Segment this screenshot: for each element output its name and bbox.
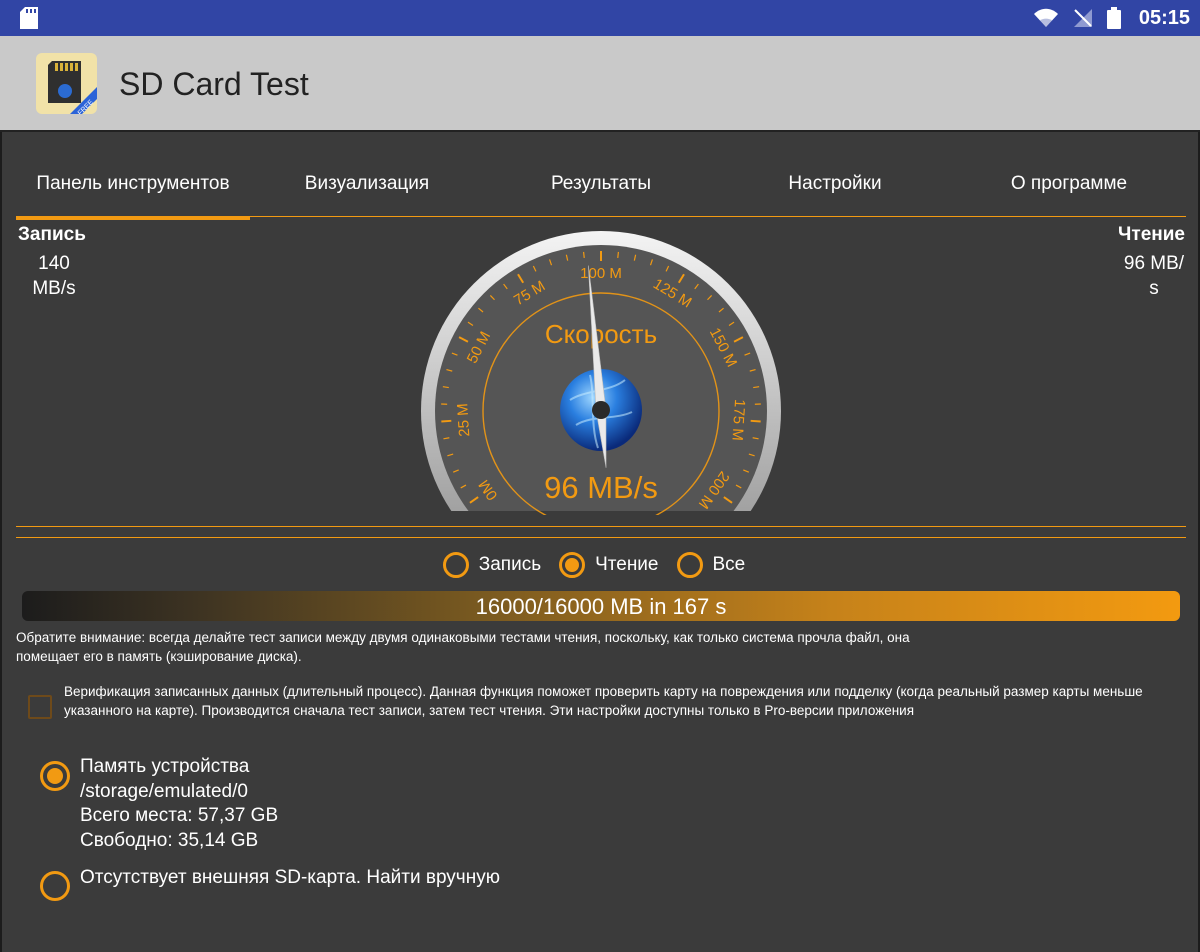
mode-write-radio[interactable] <box>442 552 469 578</box>
speed-gauge: 0M25 M50 M75 M100 M125 M150 M175 M200 M … <box>420 231 782 515</box>
write-value-number: 140 <box>38 253 70 274</box>
main-panel: Панель инструментов Визуализация Результ… <box>0 132 1200 952</box>
write-value-unit: MB/s <box>32 278 76 299</box>
device-storage-path: /storage/emulated/0 <box>80 780 248 802</box>
gauge-divider-top <box>16 526 1186 527</box>
gauge-divider-bottom <box>16 537 1186 538</box>
caching-note: Обратите внимание: всегда делайте тест з… <box>16 630 910 664</box>
read-label: Чтение <box>1118 224 1185 245</box>
mode-read-label[interactable]: Чтение <box>595 554 658 576</box>
gauge-tick-label: 100 M <box>580 265 622 282</box>
write-value: 140 MB/s <box>24 251 84 301</box>
gauge-hub <box>592 401 610 419</box>
tab-visualization[interactable]: Визуализация <box>250 168 484 218</box>
app-bar: FREE SD Card Test <box>0 36 1200 132</box>
device-storage-name: Память устройства <box>80 756 250 777</box>
read-value: 96 MB/ s <box>1114 251 1194 301</box>
gauge-tick-label: 25 M <box>454 403 473 437</box>
gauge-minor-tick <box>582 251 585 258</box>
device-storage-radio[interactable] <box>40 761 70 791</box>
device-storage-free: Свободно: 35,14 GB <box>80 829 259 851</box>
write-label: Запись <box>18 224 86 245</box>
sd-card-icon <box>20 7 38 29</box>
mode-all-radio[interactable] <box>676 552 703 578</box>
app-title: SD Card Test <box>119 66 309 102</box>
tab-dashboard[interactable]: Панель инструментов <box>16 168 250 220</box>
device-storage-total: Всего места: 57,37 GB <box>80 805 279 826</box>
wifi-icon <box>1033 8 1058 27</box>
tab-divider <box>16 216 1186 217</box>
test-progress-bar: 16000/16000 MB in 167 s <box>22 591 1180 621</box>
tab-settings[interactable]: Настройки <box>718 168 952 218</box>
tab-about[interactable]: О программе <box>952 168 1186 218</box>
mode-write-label[interactable]: Запись <box>479 554 541 576</box>
gauge-readout: 96 MB/s <box>544 470 658 505</box>
mode-selector: Запись Чтение Все <box>2 552 1198 578</box>
device-storage-info: Память устройства /storage/emulated/0 Вс… <box>80 755 278 853</box>
external-sd-text[interactable]: Отсутствует внешняя SD-карта. Найти вруч… <box>80 866 500 891</box>
read-value-unit: s <box>1149 278 1159 299</box>
no-signal-icon <box>1073 9 1092 27</box>
tab-bar: Панель инструментов Визуализация Результ… <box>16 168 1186 220</box>
app-logo-icon: FREE <box>36 53 97 114</box>
gauge-title: Скорость <box>545 319 657 349</box>
verify-description: Верификация записанных данных (длительны… <box>64 684 1143 718</box>
read-value-number: 96 MB/ <box>1123 253 1185 274</box>
status-bar: 05:15 <box>0 0 1200 36</box>
gauge-major-tick <box>750 419 761 423</box>
status-time: 05:15 <box>1138 6 1190 29</box>
battery-icon <box>1106 7 1121 29</box>
verify-checkbox[interactable] <box>28 695 52 719</box>
mode-all-label[interactable]: Все <box>713 554 746 576</box>
gauge-tick-label: 175 M <box>728 399 748 442</box>
gauge-minor-tick <box>617 251 620 258</box>
external-sd-radio[interactable] <box>40 871 70 901</box>
gauge-major-tick <box>441 419 452 423</box>
mode-read-radio[interactable] <box>559 552 586 578</box>
tab-results[interactable]: Результаты <box>484 168 718 218</box>
